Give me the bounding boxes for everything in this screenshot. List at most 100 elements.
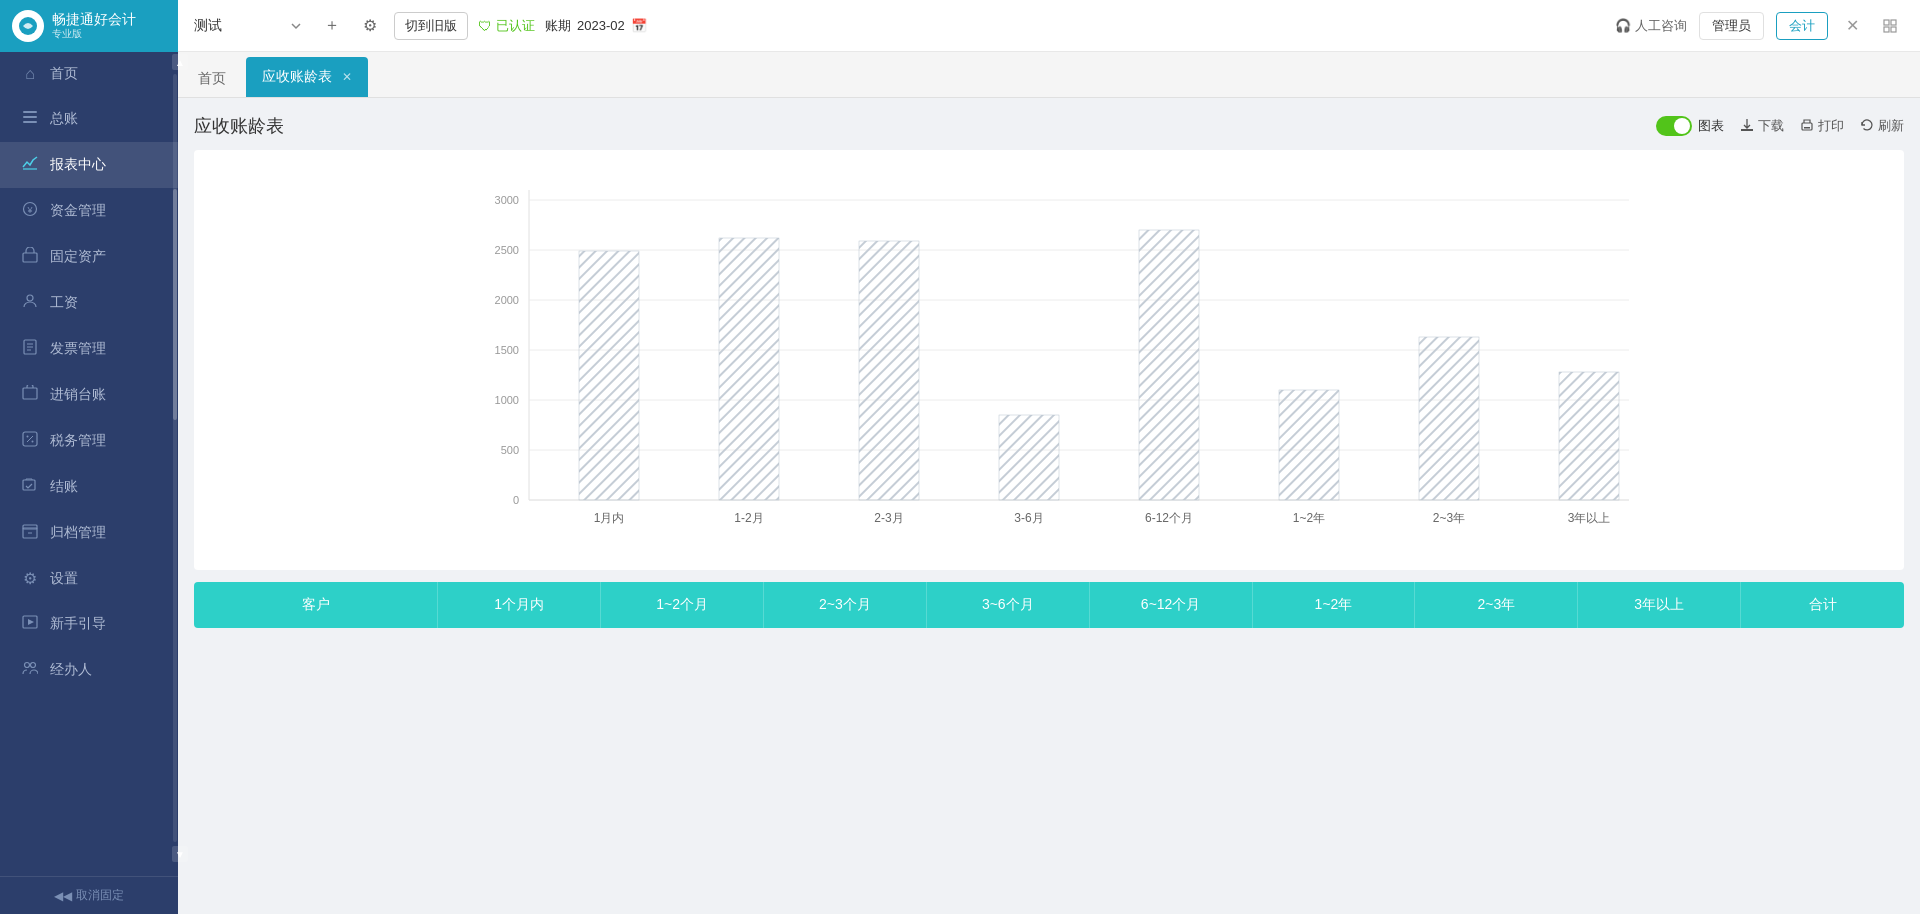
add-company-btn[interactable]: ＋ — [318, 12, 346, 40]
logo-icon — [12, 10, 44, 42]
sidebar-label-archive: 归档管理 — [50, 524, 106, 542]
sidebar-item-wages[interactable]: 工资 — [0, 280, 178, 326]
company-dropdown-btn[interactable] — [284, 14, 308, 38]
reports-icon — [20, 155, 40, 175]
shield-icon: 🛡 — [478, 18, 492, 34]
page-title: 应收账龄表 — [194, 114, 284, 138]
consultation-label: 人工咨询 — [1635, 17, 1687, 35]
svg-rect-25 — [1884, 20, 1889, 25]
sidebar-item-invoice[interactable]: 发票管理 — [0, 326, 178, 372]
svg-text:2000: 2000 — [495, 294, 519, 306]
header-right-area: 🎧 人工咨询 管理员 会计 — [1615, 12, 1828, 40]
assets-icon — [20, 247, 40, 267]
accountant-btn[interactable]: 会计 — [1776, 12, 1828, 40]
download-btn[interactable]: 下载 — [1740, 117, 1784, 135]
table-container: 客户 1个月内 1~2个月 2~3个月 3~6个月 6~12个月 1~2年 2~… — [194, 582, 1904, 628]
svg-rect-29 — [1802, 123, 1812, 130]
expand-window-btn[interactable] — [1876, 12, 1904, 40]
headset-icon: 🎧 — [1615, 18, 1631, 33]
tab-home[interactable]: 首页 — [182, 61, 242, 97]
sidebar-item-company[interactable]: 经办人 — [0, 647, 178, 693]
svg-rect-19 — [23, 525, 37, 529]
settings-header-btn[interactable]: ⚙ — [356, 12, 384, 40]
settings-icon: ⚙ — [20, 569, 40, 588]
sidebar-item-checkout[interactable]: 结账 — [0, 464, 178, 510]
chart-svg: 0 500 1000 1500 2000 2500 3000 — [214, 170, 1884, 550]
invoice-icon — [20, 339, 40, 359]
guide-icon — [20, 614, 40, 634]
sidebar-logo: 畅捷通好会计 专业版 — [0, 0, 178, 52]
svg-text:2~3年: 2~3年 — [1433, 511, 1465, 525]
th-1-2years: 1~2年 — [1253, 582, 1416, 628]
calendar-icon[interactable]: 📅 — [631, 18, 647, 33]
svg-text:2-3月: 2-3月 — [874, 511, 903, 525]
content-area: 应收账龄表 图表 下载 — [178, 98, 1920, 914]
sidebar-label-assets: 固定资产 — [50, 248, 106, 266]
sidebar-label-guide: 新手引导 — [50, 615, 106, 633]
svg-rect-26 — [1891, 27, 1896, 32]
svg-rect-2 — [23, 116, 37, 118]
tab-close-btn[interactable]: ✕ — [342, 70, 352, 84]
svg-rect-49 — [719, 238, 779, 500]
svg-rect-53 — [1279, 390, 1339, 500]
svg-point-23 — [25, 663, 30, 668]
sidebar-item-ledger[interactable]: 总账 — [0, 96, 178, 142]
svg-rect-50 — [859, 241, 919, 500]
tab-bar: 首页 应收账龄表 ✕ — [178, 52, 1920, 98]
main-area: 测试 ＋ ⚙ 切到旧版 🛡 已认证 账期 2023-02 📅 🎧 人工咨询 管理… — [178, 0, 1920, 914]
refresh-label: 刷新 — [1878, 117, 1904, 135]
certified-badge: 🛡 已认证 — [478, 17, 535, 35]
svg-rect-30 — [1804, 127, 1810, 129]
svg-rect-3 — [23, 121, 37, 123]
print-label: 打印 — [1818, 117, 1844, 135]
page-actions: 图表 下载 打印 — [1656, 116, 1904, 136]
sidebar-item-capital[interactable]: ¥ 资金管理 — [0, 188, 178, 234]
consultation-btn[interactable]: 🎧 人工咨询 — [1615, 17, 1687, 35]
print-btn[interactable]: 打印 — [1800, 117, 1844, 135]
logo-text: 畅捷通好会计 — [52, 11, 136, 28]
tax-icon — [20, 431, 40, 451]
cancel-fixed-btn[interactable]: ◀◀ 取消固定 — [0, 876, 178, 914]
svg-text:1000: 1000 — [495, 394, 519, 406]
checkout-icon — [20, 477, 40, 497]
svg-rect-17 — [23, 480, 35, 490]
sidebar-item-tax[interactable]: 税务管理 — [0, 418, 178, 464]
tab-aging-label: 应收账龄表 — [262, 68, 332, 86]
sidebar-item-home[interactable]: ⌂ 首页 — [0, 52, 178, 96]
sidebar-item-settings[interactable]: ⚙ 设置 — [0, 556, 178, 601]
scroll-up-arrow[interactable]: ▲ — [172, 54, 188, 70]
svg-rect-12 — [23, 388, 37, 399]
close-window-btn[interactable]: ✕ — [1838, 12, 1866, 40]
sidebar-item-archive[interactable]: 归档管理 — [0, 510, 178, 556]
svg-text:0: 0 — [513, 494, 519, 506]
svg-text:1~2年: 1~2年 — [1293, 511, 1325, 525]
scroll-down-arrow[interactable]: ▼ — [172, 846, 188, 862]
manager-btn[interactable]: 管理员 — [1699, 12, 1764, 40]
sidebar-label-reports: 报表中心 — [50, 156, 106, 174]
refresh-btn[interactable]: 刷新 — [1860, 117, 1904, 135]
sidebar-item-reports[interactable]: 报表中心 — [0, 142, 178, 188]
sidebar-label-purchase: 进销台账 — [50, 386, 106, 404]
tab-aging[interactable]: 应收账龄表 ✕ — [246, 57, 368, 97]
svg-point-7 — [27, 295, 33, 301]
svg-text:¥: ¥ — [26, 205, 33, 215]
svg-point-16 — [32, 441, 34, 443]
svg-rect-6 — [23, 253, 37, 262]
home-icon: ⌂ — [20, 65, 40, 83]
sidebar-nav: ⌂ 首页 总账 报表中心 ¥ 资金管理 固定资产 — [0, 52, 178, 876]
svg-rect-28 — [1884, 27, 1889, 32]
chart-toggle[interactable] — [1656, 116, 1692, 136]
svg-rect-27 — [1891, 20, 1896, 25]
svg-text:3-6月: 3-6月 — [1014, 511, 1043, 525]
period-value: 2023-02 — [577, 18, 625, 33]
sidebar-label-home: 首页 — [50, 65, 78, 83]
th-total: 合计 — [1741, 582, 1904, 628]
sidebar-item-purchase[interactable]: 进销台账 — [0, 372, 178, 418]
download-label: 下载 — [1758, 117, 1784, 135]
sidebar-item-assets[interactable]: 固定资产 — [0, 234, 178, 280]
sidebar-label-company: 经办人 — [50, 661, 92, 679]
th-6-12months: 6~12个月 — [1090, 582, 1253, 628]
svg-rect-55 — [1559, 372, 1619, 500]
switch-old-btn[interactable]: 切到旧版 — [394, 12, 468, 40]
sidebar-item-guide[interactable]: 新手引导 — [0, 601, 178, 647]
